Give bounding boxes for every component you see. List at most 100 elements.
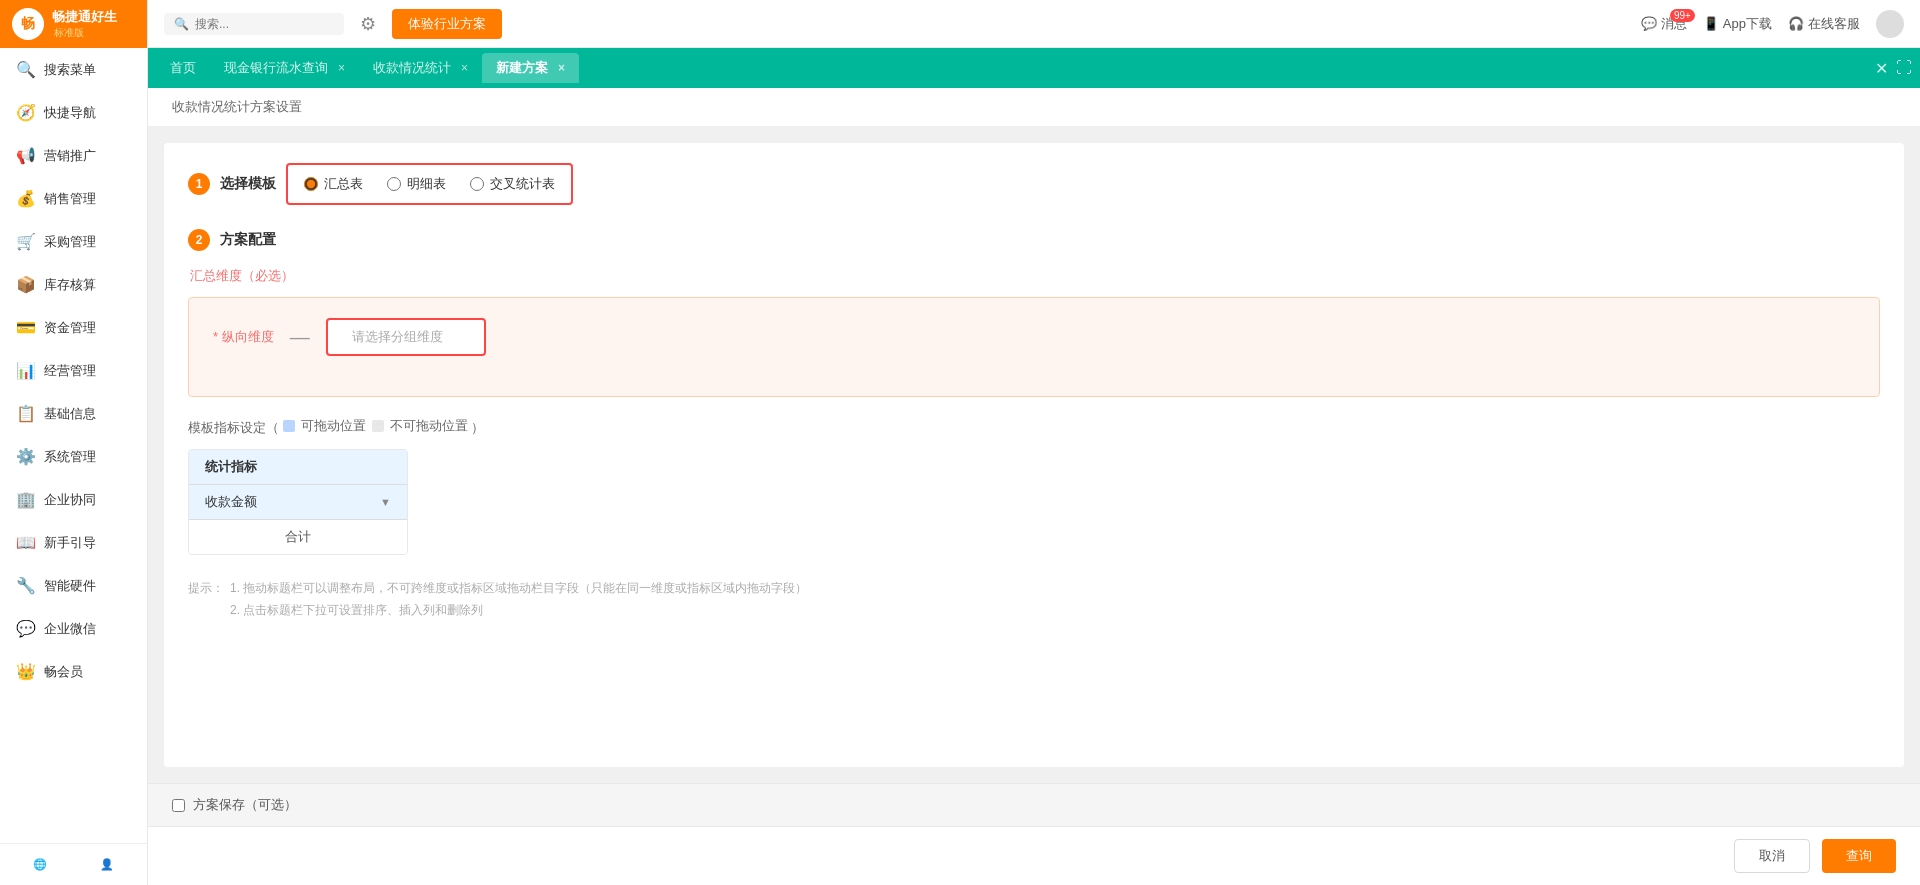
option-summary[interactable]: 汇总表 xyxy=(304,175,363,193)
tab-receipts-label: 收款情况统计 xyxy=(373,59,451,77)
header-right: 💬 消息 99+ 📱 App下载 🎧 在线客服 xyxy=(1641,10,1904,38)
sidebar-item-label: 销售管理 xyxy=(44,190,96,208)
tab-new-plan[interactable]: 新建方案 × xyxy=(482,53,579,83)
sidebar-item-label: 企业协同 xyxy=(44,491,96,509)
download-button[interactable]: 📱 App下载 xyxy=(1703,15,1772,33)
tab-controls: ✕ ⛶ xyxy=(1875,59,1912,78)
download-icon: 📱 xyxy=(1703,16,1719,31)
page-content: 收款情况统计方案设置 1 选择模板 汇总表 明细表 xyxy=(148,88,1920,826)
option-detail-label: 明细表 xyxy=(407,175,446,193)
service-button[interactable]: 🎧 在线客服 xyxy=(1788,15,1860,33)
box-icon: 📦 xyxy=(16,275,36,294)
save-checkbox[interactable] xyxy=(172,799,185,812)
option-detail[interactable]: 明细表 xyxy=(387,175,446,193)
sidebar-item-purchase[interactable]: 🛒 采购管理 xyxy=(0,220,147,263)
save-label[interactable]: 方案保存（可选） xyxy=(193,796,297,814)
tip2: 提示： 2. 点击标题栏下拉可设置排序、插入列和删除列 xyxy=(188,600,1880,622)
tab-expand-icon[interactable]: ⛶ xyxy=(1896,59,1912,78)
search-bar-icon: 🔍 xyxy=(174,17,189,31)
step2-badge: 2 xyxy=(188,229,210,251)
sidebar-item-marketing[interactable]: 📢 营销推广 xyxy=(0,134,147,177)
sidebar-item-member[interactable]: 👑 畅会员 xyxy=(0,650,147,693)
search-input[interactable] xyxy=(195,17,315,31)
indicator-label-suffix: ） xyxy=(471,420,484,435)
sidebar-item-label: 系统管理 xyxy=(44,448,96,466)
dimension-label-text: 汇总维度（必选） xyxy=(190,268,294,283)
tip-prefix: 提示： xyxy=(188,578,224,600)
tab-new-plan-close[interactable]: × xyxy=(558,61,565,75)
settings-panel: 1 选择模板 汇总表 明细表 交叉统计表 xyxy=(164,143,1904,767)
tab-receipts-close[interactable]: × xyxy=(461,61,468,75)
tab-cash-flow[interactable]: 现金银行流水查询 × xyxy=(210,53,359,83)
option-cross[interactable]: 交叉统计表 xyxy=(470,175,555,193)
tab-bar: 首页 现金银行流水查询 × 收款情况统计 × 新建方案 × ✕ ⛶ xyxy=(148,48,1920,88)
clipboard-icon: 📋 xyxy=(16,404,36,423)
indicator-cell-amount[interactable]: 收款金额 ▼ xyxy=(189,485,407,520)
chart-icon: 📊 xyxy=(16,361,36,380)
dimension-area: * 纵向维度 — 请选择分组维度 xyxy=(188,297,1880,397)
tips-section: 提示： 1. 拖动标题栏可以调整布局，不可跨维度或指标区域拖动栏目字段（只能在同… xyxy=(188,578,1880,621)
sidebar-item-label: 资金管理 xyxy=(44,319,96,337)
sidebar-item-label: 快捷导航 xyxy=(44,104,96,122)
tab-cash-flow-close[interactable]: × xyxy=(338,61,345,75)
service-label: 在线客服 xyxy=(1808,15,1860,33)
option-cross-label: 交叉统计表 xyxy=(490,175,555,193)
tab-receipts[interactable]: 收款情况统计 × xyxy=(359,53,482,83)
sidebar-item-nav[interactable]: 🧭 快捷导航 xyxy=(0,91,147,134)
tab-close-all-icon[interactable]: ✕ xyxy=(1875,59,1888,78)
query-button[interactable]: 查询 xyxy=(1822,839,1896,873)
sidebar-bottom-btn2[interactable]: 👤 xyxy=(76,852,140,877)
sidebar-item-hardware[interactable]: 🔧 智能硬件 xyxy=(0,564,147,607)
draggable-legend-label: 可拖动位置 xyxy=(301,417,366,435)
sidebar-item-label: 采购管理 xyxy=(44,233,96,251)
sidebar-item-label: 基础信息 xyxy=(44,405,96,423)
sidebar-item-basic[interactable]: 📋 基础信息 xyxy=(0,392,147,435)
user-avatar[interactable] xyxy=(1876,10,1904,38)
settings-icon[interactable]: ⚙ xyxy=(360,13,376,35)
logo-badge: 标准版 xyxy=(54,26,117,40)
megaphone-icon: 📢 xyxy=(16,146,36,165)
top-header: 🔍 ⚙ 体验行业方案 💬 消息 99+ 📱 App下载 🎧 在线客服 xyxy=(148,0,1920,48)
tip2-text: 2. 点击标题栏下拉可设置排序、插入列和删除列 xyxy=(230,600,483,622)
wechat-icon: 💬 xyxy=(16,619,36,638)
radio-cross[interactable] xyxy=(470,177,484,191)
gear-icon: ⚙️ xyxy=(16,447,36,466)
sidebar-item-inventory[interactable]: 📦 库存核算 xyxy=(0,263,147,306)
sidebar-bottom-btn1[interactable]: 🌐 xyxy=(8,852,72,877)
sidebar-item-label: 库存核算 xyxy=(44,276,96,294)
trial-button[interactable]: 体验行业方案 xyxy=(392,9,502,39)
sidebar: 畅 畅捷通好生 标准版 🔍 搜索菜单 🧭 快捷导航 📢 营销推广 💰 销售管理 … xyxy=(0,0,148,885)
tip1-text: 1. 拖动标题栏可以调整布局，不可跨维度或指标区域拖动栏目字段（只能在同一维度或… xyxy=(230,578,807,600)
search-bar[interactable]: 🔍 xyxy=(164,13,344,35)
sidebar-item-finance[interactable]: 💳 资金管理 xyxy=(0,306,147,349)
sidebar-item-sales[interactable]: 💰 销售管理 xyxy=(0,177,147,220)
sidebar-item-management[interactable]: 📊 经营管理 xyxy=(0,349,147,392)
sidebar-item-guide[interactable]: 📖 新手引导 xyxy=(0,521,147,564)
step2-header: 2 方案配置 xyxy=(188,229,1880,251)
dimension-row: * 纵向维度 — 请选择分组维度 xyxy=(213,318,1855,356)
cancel-button[interactable]: 取消 xyxy=(1734,839,1810,873)
dimension-section-label: 汇总维度（必选） xyxy=(188,267,1880,285)
radio-summary[interactable] xyxy=(304,177,318,191)
dimension-select-button[interactable]: 请选择分组维度 xyxy=(326,318,486,356)
indicator-table-footer: 合计 xyxy=(189,520,407,554)
tab-home[interactable]: 首页 xyxy=(156,53,210,83)
dimension-separator: — xyxy=(290,326,310,349)
message-button[interactable]: 💬 消息 99+ xyxy=(1641,15,1687,33)
indicator-settings: 模板指标设定（ 可拖动位置 不可拖动位置 ） 统计指标 xyxy=(188,417,1880,558)
indicator-header: 模板指标设定（ 可拖动位置 不可拖动位置 ） xyxy=(188,417,1880,437)
step1-section: 1 选择模板 汇总表 明细表 交叉统计表 xyxy=(188,163,1880,205)
sidebar-item-wechat[interactable]: 💬 企业微信 xyxy=(0,607,147,650)
fixed-legend-label: 不可拖动位置 xyxy=(390,417,468,435)
radio-detail[interactable] xyxy=(387,177,401,191)
sidebar-item-system[interactable]: ⚙️ 系统管理 xyxy=(0,435,147,478)
step2-title: 方案配置 xyxy=(220,231,276,249)
footer-bar: 取消 查询 xyxy=(148,826,1920,885)
sidebar-item-label: 营销推广 xyxy=(44,147,96,165)
book-icon: 📖 xyxy=(16,533,36,552)
sidebar-item-search[interactable]: 🔍 搜索菜单 xyxy=(0,48,147,91)
sidebar-item-enterprise[interactable]: 🏢 企业协同 xyxy=(0,478,147,521)
step1-header: 1 选择模板 汇总表 明细表 交叉统计表 xyxy=(188,163,1880,205)
sidebar-logo: 畅 畅捷通好生 标准版 xyxy=(0,0,147,48)
sidebar-bottom: 🌐 👤 xyxy=(0,843,147,885)
